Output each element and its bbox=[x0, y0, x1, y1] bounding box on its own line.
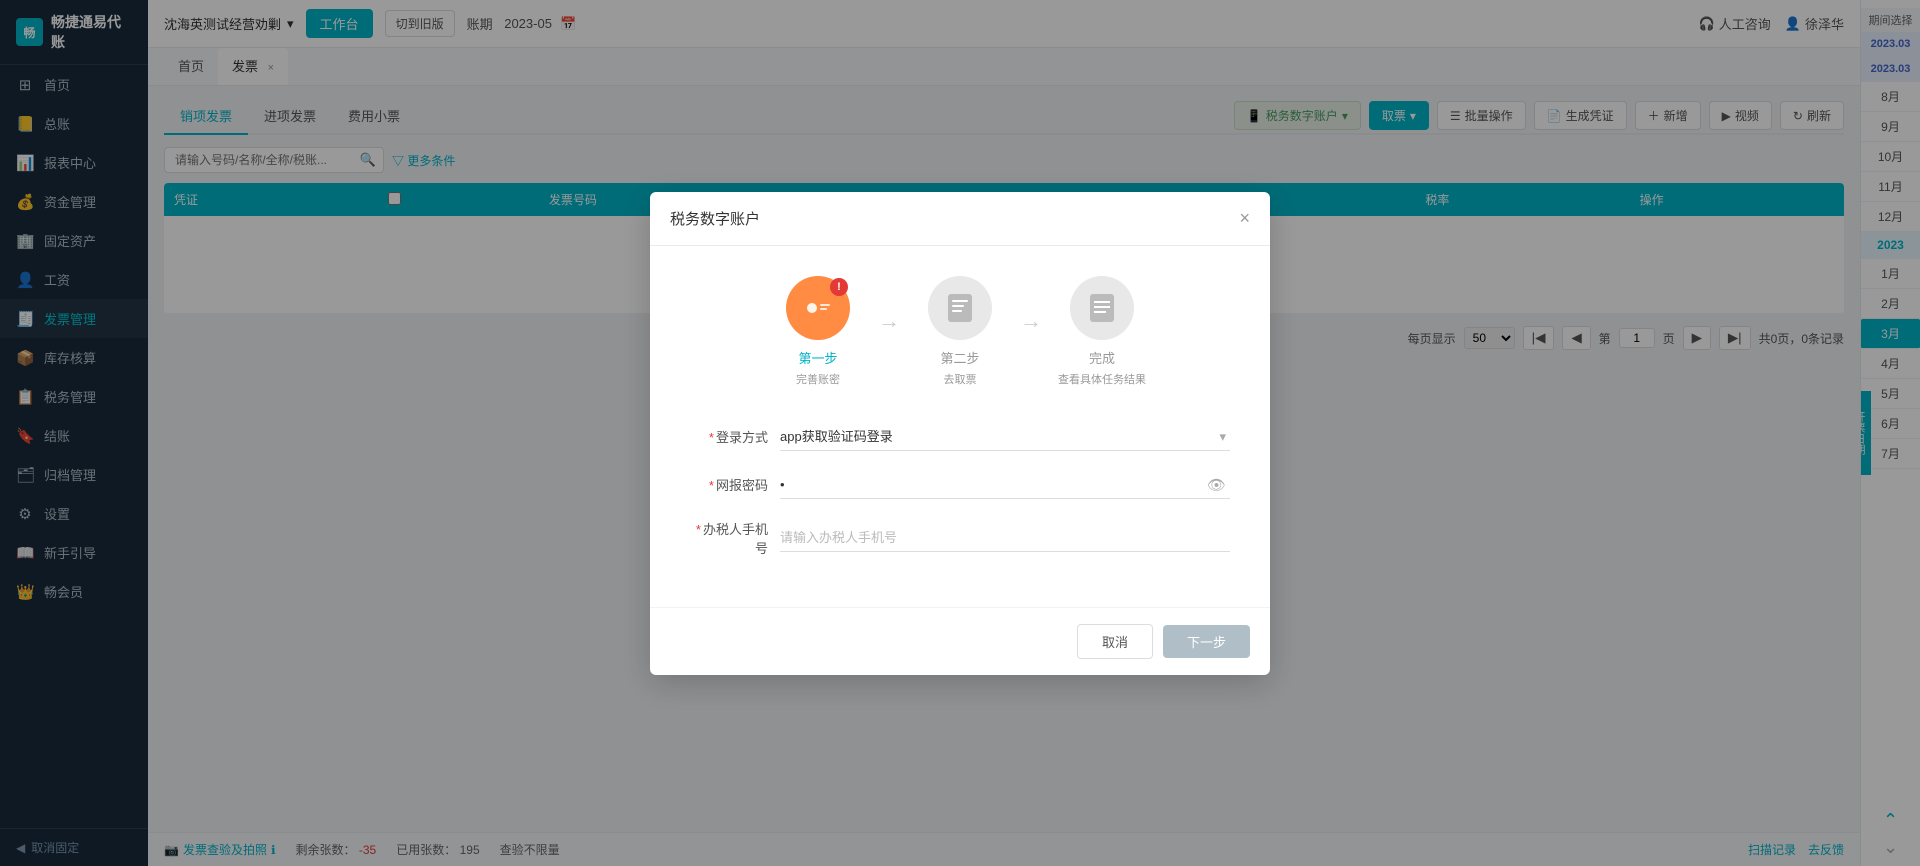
login-method-arrow-icon: ▾ bbox=[1219, 429, 1226, 445]
step-2-label: 第二步 bbox=[940, 348, 979, 367]
phone-input[interactable] bbox=[780, 524, 1230, 552]
form-row-password: 网报密码 👁 bbox=[690, 471, 1230, 499]
password-input-wrap: 👁 bbox=[780, 471, 1230, 499]
tax-digital-modal: 税务数字账户 × ! bbox=[650, 192, 1270, 675]
step-3-desc: 查看具体任务结果 bbox=[1058, 371, 1146, 387]
step-3-icon-wrap bbox=[1070, 276, 1134, 340]
modal-body: ! 第一步 完善账密 → 第 bbox=[650, 246, 1270, 607]
step-1-icon-wrap: ! bbox=[786, 276, 850, 340]
login-method-select-wrap: app获取验证码登录 ▾ bbox=[780, 423, 1230, 451]
step-2-desc: 去取票 bbox=[944, 371, 977, 387]
modal-overlay: 税务数字账户 × ! bbox=[0, 0, 1920, 866]
form-row-phone: 办税人手机号 bbox=[690, 519, 1230, 557]
step-3-label: 完成 bbox=[1089, 348, 1115, 367]
steps: ! 第一步 完善账密 → 第 bbox=[690, 276, 1230, 387]
login-method-select[interactable]: app获取验证码登录 bbox=[780, 423, 1230, 451]
modal-close-btn[interactable]: × bbox=[1239, 209, 1250, 227]
toggle-password-icon[interactable]: 👁 bbox=[1207, 476, 1226, 494]
modal-footer: 取消 下一步 bbox=[650, 607, 1270, 675]
step-2-icon-wrap bbox=[928, 276, 992, 340]
step-1-desc: 完善账密 bbox=[796, 371, 840, 387]
cancel-btn[interactable]: 取消 bbox=[1077, 624, 1153, 659]
step-2: 第二步 去取票 bbox=[900, 276, 1020, 387]
step-2-icon bbox=[942, 290, 978, 326]
step-3-icon bbox=[1084, 290, 1120, 326]
login-method-label: 登录方式 bbox=[690, 427, 780, 446]
step-arrow-1: → bbox=[878, 308, 900, 334]
phone-label: 办税人手机号 bbox=[690, 519, 780, 557]
step-1-badge: ! bbox=[830, 278, 848, 296]
next-step-btn[interactable]: 下一步 bbox=[1163, 625, 1250, 658]
modal-header: 税务数字账户 × bbox=[650, 192, 1270, 246]
phone-input-wrap bbox=[780, 524, 1230, 552]
step-arrow-2: → bbox=[1020, 308, 1042, 334]
modal-title: 税务数字账户 bbox=[670, 208, 760, 229]
form-row-login-method: 登录方式 app获取验证码登录 ▾ bbox=[690, 423, 1230, 451]
password-input[interactable] bbox=[780, 471, 1230, 499]
step-1: ! 第一步 完善账密 bbox=[758, 276, 878, 387]
step-1-label: 第一步 bbox=[798, 348, 837, 367]
step-3: 完成 查看具体任务结果 bbox=[1042, 276, 1162, 387]
step-1-icon bbox=[800, 290, 836, 326]
password-label: 网报密码 bbox=[690, 475, 780, 494]
